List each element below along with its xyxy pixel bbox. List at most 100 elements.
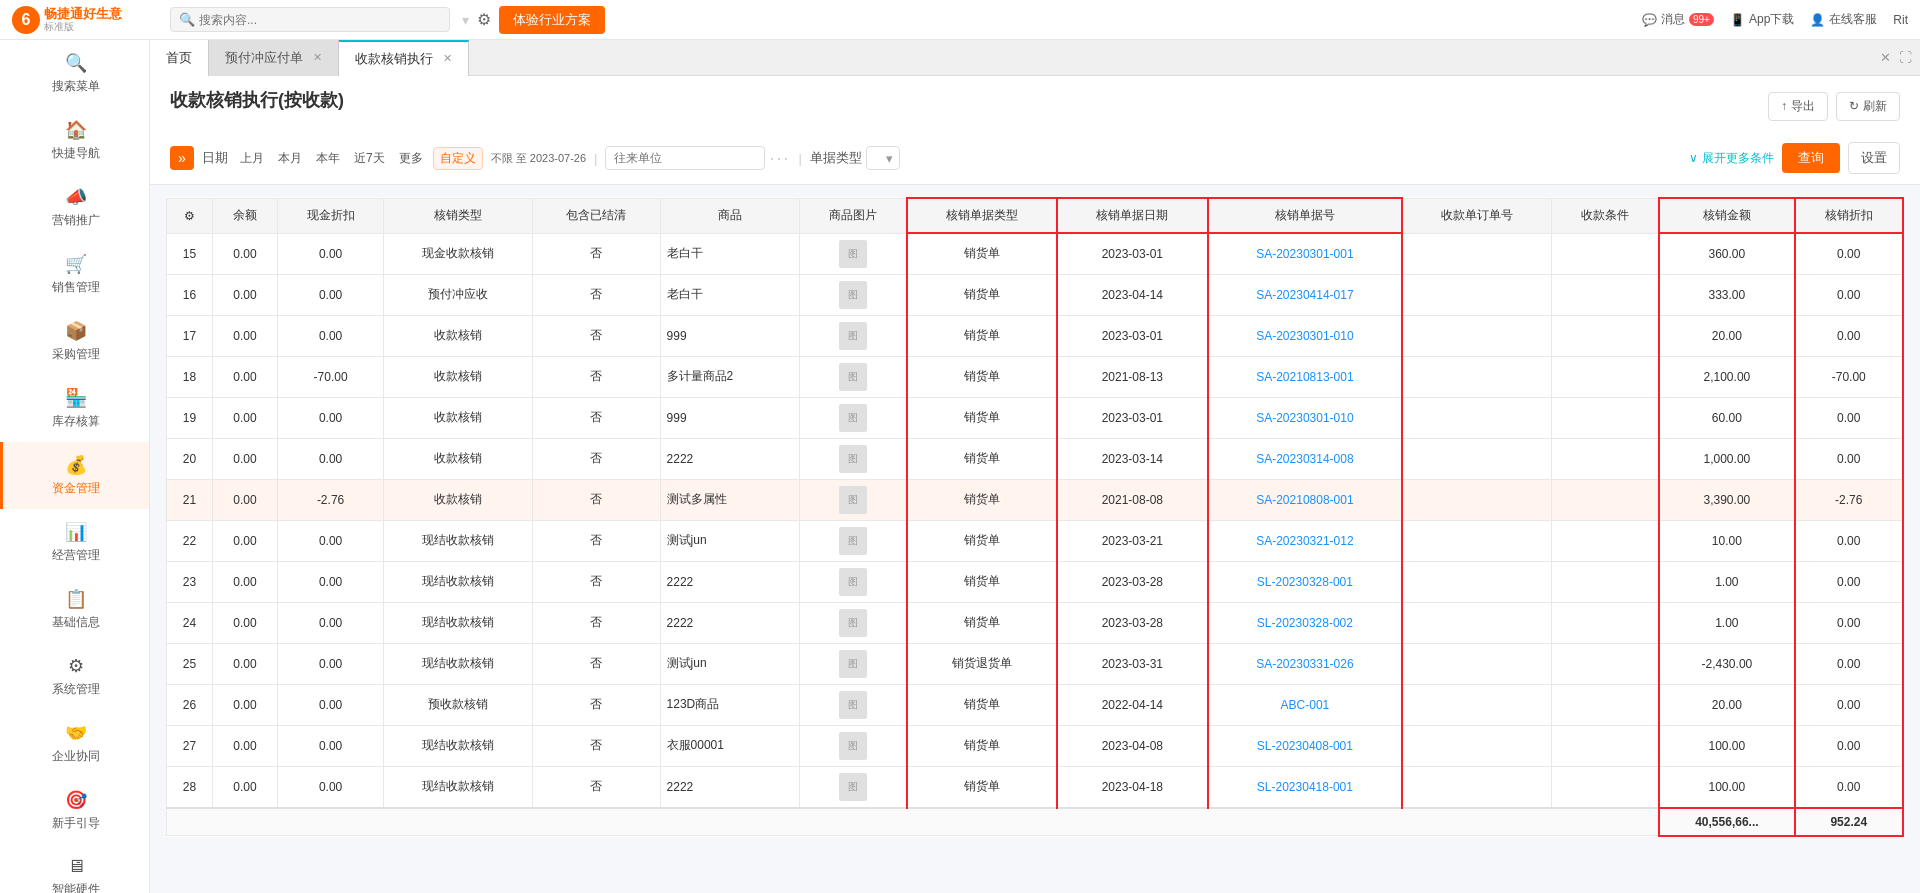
writeoff-no-cell[interactable]: SL-20230418-001 (1208, 766, 1403, 808)
writeoff-no-cell[interactable]: SA-20230314-008 (1208, 438, 1403, 479)
writeoff-no-cell[interactable]: SA-20230301-010 (1208, 397, 1403, 438)
query-btn[interactable]: 查询 (1782, 143, 1840, 173)
counterparty-input[interactable] (605, 146, 765, 170)
col-product-img: 商品图片 (799, 198, 907, 233)
writeoff-no-cell[interactable]: SA-20230321-012 (1208, 520, 1403, 561)
custom-date-btn[interactable]: 自定义 (433, 147, 483, 170)
writeoff-voucher-type-cell: 销货单 (907, 315, 1057, 356)
writeoff-no-cell[interactable]: SA-20230301-010 (1208, 315, 1403, 356)
row-num: 27 (167, 725, 213, 766)
writeoff-discount-cell: 0.00 (1795, 643, 1903, 684)
sidebar-item-label: 系统管理 (52, 681, 100, 698)
product-img-cell: 图 (799, 315, 907, 356)
writeoff-type-cell: 现结收款核销 (384, 561, 533, 602)
expand-more-btn[interactable]: ∨ 展开更多条件 (1689, 150, 1774, 167)
sidebar-item-sales[interactable]: 🛒 销售管理 (0, 241, 149, 308)
col-writeoff-no: 核销单据号 (1208, 198, 1403, 233)
writeoff-no-cell[interactable]: ABC-001 (1208, 684, 1403, 725)
export-btn[interactable]: ↑ 导出 (1768, 92, 1828, 121)
product-cell: 衣服00001 (660, 725, 799, 766)
message-btn[interactable]: 💬 消息 99+ (1642, 11, 1714, 28)
counterparty-lookup-btn[interactable]: ··· (769, 148, 790, 169)
table-footer-row: 40,556,66... 952.24 (167, 808, 1904, 836)
table-row: 27 0.00 0.00 现结收款核销 否 衣服00001 图 销货单 2023… (167, 725, 1904, 766)
settings-btn[interactable]: 设置 (1848, 142, 1900, 174)
date-range-text: 不限 至 2023-07-26 (491, 151, 586, 166)
product-cell: 123D商品 (660, 684, 799, 725)
writeoff-amount-cell: 333.00 (1659, 274, 1794, 315)
this-month-btn[interactable]: 本月 (274, 148, 306, 169)
table-area[interactable]: ⚙ 余额 现金折扣 核销类型 包含已结清 商品 商品图片 核销单据类型 核销单据… (150, 185, 1920, 893)
writeoff-date-cell: 2023-03-31 (1057, 643, 1207, 684)
product-cell: 测试jun (660, 643, 799, 684)
writeoff-date-cell: 2023-03-01 (1057, 233, 1207, 274)
sidebar-item-operations[interactable]: 📊 经营管理 (0, 509, 149, 576)
search-input[interactable] (199, 13, 441, 27)
sidebar-item-search[interactable]: 🔍 搜索菜单 (0, 40, 149, 107)
writeoff-no-cell[interactable]: SA-20230331-026 (1208, 643, 1403, 684)
tab-home[interactable]: 首页 (150, 40, 209, 76)
sidebar-item-system[interactable]: ⚙ 系统管理 (0, 643, 149, 710)
voucher-type-filter: 单据类型 ▾ (810, 146, 893, 170)
tab-prepay[interactable]: 预付冲应付单 ✕ (209, 40, 339, 76)
sidebar-item-finance[interactable]: 💰 资金管理 (0, 442, 149, 509)
sidebar-item-newbie[interactable]: 🎯 新手引导 (0, 777, 149, 844)
writeoff-voucher-type-cell: 销货单 (907, 479, 1057, 520)
top-bar: 6 畅捷通好生意 标准版 🔍 ▾ ⚙ 体验行业方案 💬 消息 99+ 📱 App… (0, 0, 1920, 40)
writeoff-discount-cell: 0.00 (1795, 766, 1903, 808)
sidebar-item-purchase[interactable]: 📦 采购管理 (0, 308, 149, 375)
product-img-cell: 图 (799, 233, 907, 274)
tab-writeoff-close[interactable]: ✕ (443, 52, 452, 65)
maximize-icon[interactable]: ⛶ (1899, 50, 1912, 65)
tab-writeoff-label: 收款核销执行 (355, 50, 433, 68)
last-7days-btn[interactable]: 近7天 (350, 148, 389, 169)
tab-home-label: 首页 (166, 49, 192, 67)
receipt-order-no-cell (1402, 397, 1551, 438)
online-service-btn[interactable]: 👤 在线客服 (1810, 11, 1877, 28)
writeoff-no-cell[interactable]: SA-20210813-001 (1208, 356, 1403, 397)
writeoff-no-cell[interactable]: SL-20230328-002 (1208, 602, 1403, 643)
tab-writeoff[interactable]: 收款核销执行 ✕ (339, 40, 469, 76)
last-month-btn[interactable]: 上月 (236, 148, 268, 169)
writeoff-no-cell[interactable]: SA-20230414-017 (1208, 274, 1403, 315)
include-settled-cell: 否 (532, 766, 660, 808)
sidebar-item-inventory[interactable]: 🏪 库存核算 (0, 375, 149, 442)
writeoff-no-cell[interactable]: SA-20230301-001 (1208, 233, 1403, 274)
refresh-btn[interactable]: ↻ 刷新 (1836, 92, 1900, 121)
writeoff-no-cell[interactable]: SL-20230408-001 (1208, 725, 1403, 766)
message-badge: 99+ (1689, 13, 1714, 26)
sidebar-item-hardware[interactable]: 🖥 智能硬件 (0, 844, 149, 893)
product-cell: 2222 (660, 438, 799, 479)
receipt-cond-cell (1552, 520, 1660, 561)
sidebar-item-label: 企业协同 (52, 748, 100, 765)
balance-cell: 0.00 (213, 438, 278, 479)
user-label[interactable]: Rit (1893, 13, 1908, 27)
receipt-cond-cell (1552, 643, 1660, 684)
writeoff-voucher-type-cell: 销货单 (907, 561, 1057, 602)
writeoff-no-cell[interactable]: SA-20210808-001 (1208, 479, 1403, 520)
app-download-btn[interactable]: 📱 App下载 (1730, 11, 1794, 28)
tab-prepay-close[interactable]: ✕ (313, 51, 322, 64)
col-include-settled: 包含已结清 (532, 198, 660, 233)
top-search-bar[interactable]: 🔍 (170, 7, 450, 32)
this-year-btn[interactable]: 本年 (312, 148, 344, 169)
industry-btn[interactable]: 体验行业方案 (499, 6, 605, 34)
more-date-btn[interactable]: 更多 (395, 148, 427, 169)
tab-bar: 首页 预付冲应付单 ✕ 收款核销执行 ✕ ✕ ⛶ (150, 40, 1920, 76)
gear-icon[interactable]: ⚙ (477, 10, 491, 29)
sidebar-item-marketing[interactable]: 📣 营销推广 (0, 174, 149, 241)
product-img-cell: 图 (799, 766, 907, 808)
writeoff-date-cell: 2021-08-13 (1057, 356, 1207, 397)
dropdown-icon[interactable]: ▾ (462, 12, 469, 28)
sidebar-item-corp[interactable]: 🤝 企业协同 (0, 710, 149, 777)
filter-expand-btn[interactable]: » (170, 146, 194, 170)
sidebar-item-shortcut[interactable]: 🏠 快捷导航 (0, 107, 149, 174)
close-window-icon[interactable]: ✕ (1880, 50, 1891, 65)
sidebar-item-base[interactable]: 📋 基础信息 (0, 576, 149, 643)
voucher-type-select[interactable] (866, 146, 900, 170)
writeoff-no-cell[interactable]: SL-20230328-001 (1208, 561, 1403, 602)
product-cell: 2222 (660, 561, 799, 602)
online-service-label: 在线客服 (1829, 11, 1877, 28)
data-table: ⚙ 余额 现金折扣 核销类型 包含已结清 商品 商品图片 核销单据类型 核销单据… (166, 197, 1904, 837)
receipt-cond-cell (1552, 356, 1660, 397)
